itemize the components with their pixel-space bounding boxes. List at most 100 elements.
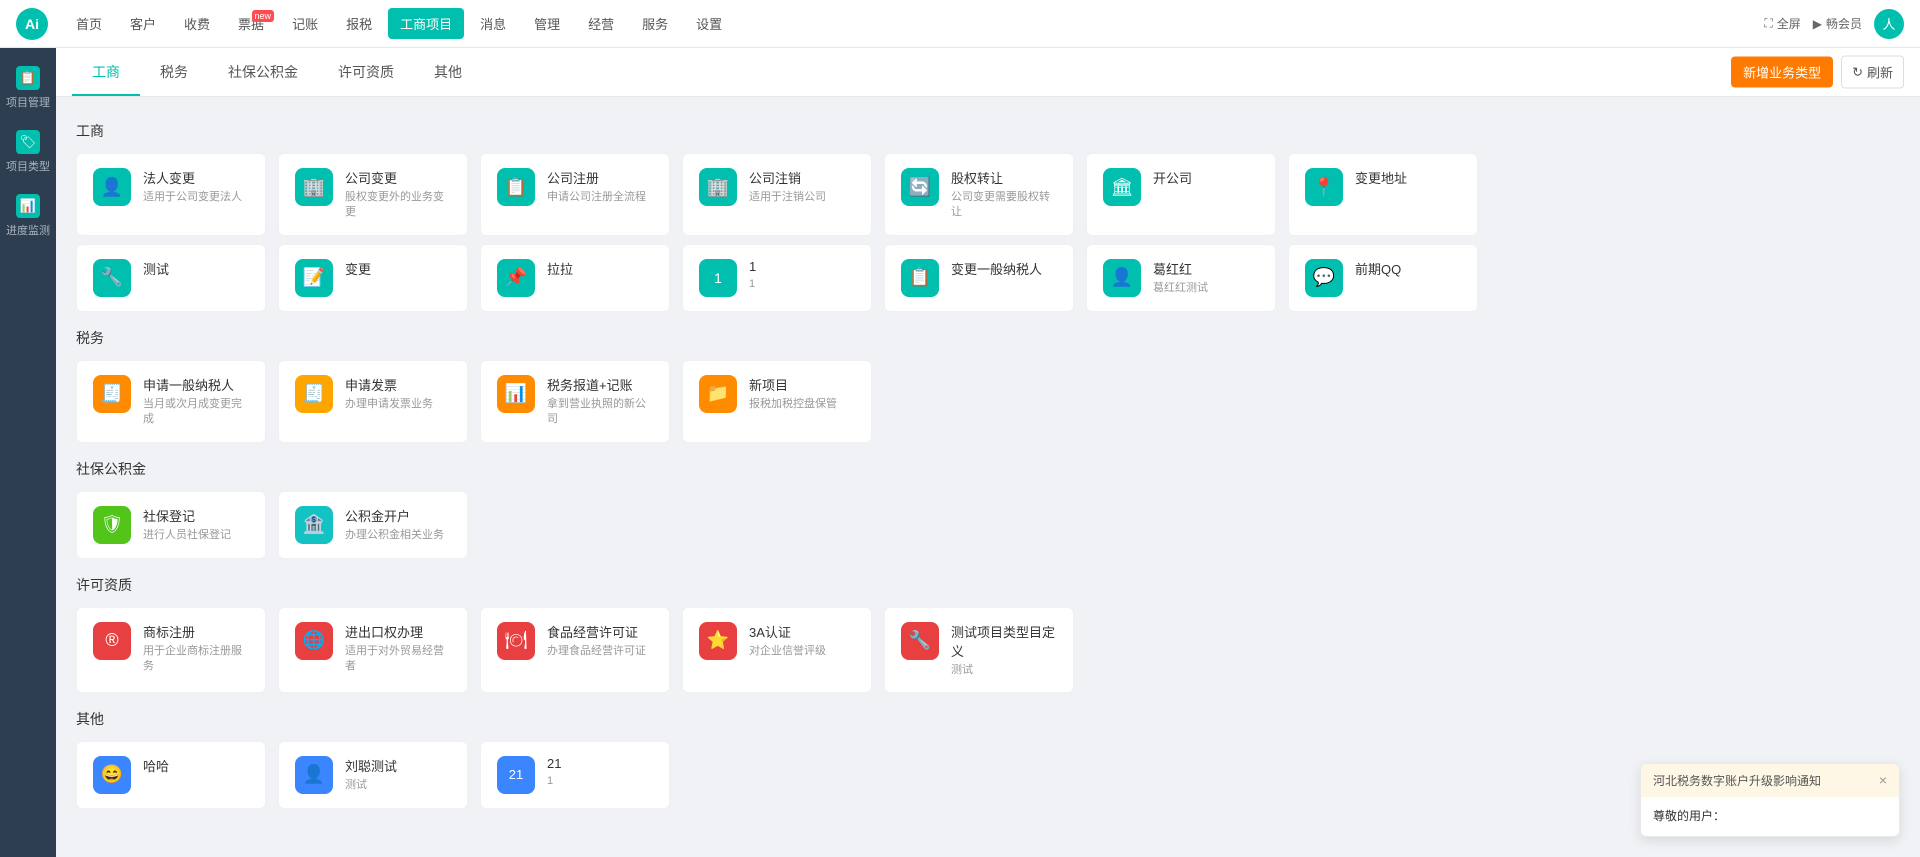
card-company-register[interactable]: 📋 公司注册 申请公司注册全流程	[480, 153, 670, 236]
project-mgmt-icon: 📋	[16, 66, 40, 90]
nav-operation[interactable]: 经营	[576, 8, 626, 39]
card-test[interactable]: 🔧 测试	[76, 244, 266, 312]
card-icon-social-register: 🛡	[93, 506, 131, 544]
nav-manage[interactable]: 管理	[522, 8, 572, 39]
card-trademark[interactable]: ® 商标注册 用于企业商标注册服务	[76, 607, 266, 693]
new-badge: new	[252, 10, 275, 22]
card-change-address[interactable]: 📍 变更地址	[1288, 153, 1478, 236]
fullscreen-btn[interactable]: ⛶ 全屏	[1764, 15, 1800, 32]
cards-grid-tax: 🧾 申请一般纳税人 当月或次月成变更完成 🧾 申请发票 办理申请发票业务 📊 税…	[76, 360, 1900, 443]
card-company-change[interactable]: 🏢 公司变更 股权变更外的业务变更	[278, 153, 468, 236]
card-haha[interactable]: 😄 哈哈	[76, 741, 266, 809]
nav-service[interactable]: 服务	[630, 8, 680, 39]
card-icon-company-change: 🏢	[295, 168, 333, 206]
section-title-tax: 税务	[76, 328, 1900, 348]
card-tax-report-bookkeeping[interactable]: 📊 税务报道+记账 拿到营业执照的新公司	[480, 360, 670, 443]
card-new-project[interactable]: 📁 新项目 报税加税控盘保管	[682, 360, 872, 443]
card-title: 新项目	[749, 375, 855, 394]
card-desc: 对企业信誉评级	[749, 644, 855, 659]
avatar[interactable]: 人	[1874, 9, 1904, 39]
card-social-register[interactable]: 🛡 社保登记 进行人员社保登记	[76, 491, 266, 559]
refresh-button[interactable]: ↻ 刷新	[1841, 56, 1904, 89]
card-title: 1	[749, 259, 855, 274]
nav-message[interactable]: 消息	[468, 8, 518, 39]
nav-billing[interactable]: 收费	[172, 8, 222, 39]
card-test-type-def[interactable]: 🔧 测试项目类型目定义 测试	[884, 607, 1074, 693]
card-icon-company-cancel: 🏢	[699, 168, 737, 206]
card-desc: 当月或次月成变更完成	[143, 397, 249, 428]
card-desc: 办理申请发票业务	[345, 397, 451, 412]
tab-social[interactable]: 社保公积金	[208, 48, 318, 96]
card-num1[interactable]: 1 1 1	[682, 244, 872, 312]
cards-grid-other: 😄 哈哈 👤 刘聪测试 测试 21 21 1	[76, 741, 1900, 809]
card-desc: 拿到营业执照的新公司	[547, 397, 653, 428]
card-gehonghong[interactable]: 👤 葛红红 葛红红测试	[1086, 244, 1276, 312]
card-icon-equity-transfer: 🔄	[901, 168, 939, 206]
nav-settings[interactable]: 设置	[684, 8, 734, 39]
app-logo: Ai	[16, 8, 48, 40]
card-title: 公积金开户	[345, 506, 451, 525]
card-desc: 1	[749, 277, 855, 292]
tab-other[interactable]: 其他	[414, 48, 482, 96]
nav-invoice[interactable]: 票据 new	[226, 8, 276, 39]
card-import-export[interactable]: 🌐 进出口权办理 适用于对外贸易经营者	[278, 607, 468, 693]
card-title: 测试项目类型目定义	[951, 622, 1057, 660]
card-title: 刘聪测试	[345, 756, 451, 775]
vip-btn[interactable]: ▶ 畅会员	[1813, 15, 1862, 32]
sidebar-item-project-mgmt[interactable]: 📋 项目管理	[0, 56, 56, 120]
card-21[interactable]: 21 21 1	[480, 741, 670, 809]
card-title: 社保登记	[143, 506, 249, 525]
card-lala[interactable]: 📌 拉拉	[480, 244, 670, 312]
sidebar: 📋 项目管理 🏷 项目类型 📊 进度监测	[0, 48, 56, 857]
card-equity-transfer[interactable]: 🔄 股权转让 公司变更需要股权转让	[884, 153, 1074, 236]
card-icon-num1: 1	[699, 259, 737, 297]
card-title: 拉拉	[547, 259, 653, 278]
card-title: 3A认证	[749, 622, 855, 641]
card-apply-general-tax[interactable]: 🧾 申请一般纳税人 当月或次月成变更完成	[76, 360, 266, 443]
notification-popup: 河北税务数字账户升级影响通知 × 尊敬的用户：	[1640, 763, 1900, 837]
tabs-actions: 新增业务类型 ↻ 刷新	[1731, 56, 1904, 89]
card-apply-invoice[interactable]: 🧾 申请发票 办理申请发票业务	[278, 360, 468, 443]
notification-close-btn[interactable]: ×	[1879, 772, 1887, 788]
sidebar-item-progress[interactable]: 📊 进度监测	[0, 184, 56, 248]
top-nav: Ai 首页 客户 收费 票据 new 记账 报税 工商项目 消息 管理 经营 服…	[0, 0, 1920, 48]
nav-customer[interactable]: 客户	[118, 8, 168, 39]
card-legal-change[interactable]: 👤 法人变更 适用于公司变更法人	[76, 153, 266, 236]
nav-home[interactable]: 首页	[64, 8, 114, 39]
card-desc: 1	[547, 774, 653, 789]
tab-industry[interactable]: 工商	[72, 48, 140, 96]
card-desc: 葛红红测试	[1153, 281, 1259, 296]
nav-industry[interactable]: 工商项目	[388, 8, 464, 39]
card-title: 商标注册	[143, 622, 249, 641]
section-title-license: 许可资质	[76, 575, 1900, 595]
card-title: 变更	[345, 259, 451, 278]
card-company-cancel[interactable]: 🏢 公司注销 适用于注销公司	[682, 153, 872, 236]
progress-icon: 📊	[16, 194, 40, 218]
sidebar-item-project-type[interactable]: 🏷 项目类型	[0, 120, 56, 184]
card-title: 税务报道+记账	[547, 375, 653, 394]
card-provident-account[interactable]: 🏦 公积金开户 办理公积金相关业务	[278, 491, 468, 559]
card-open-company[interactable]: 🏛 开公司	[1086, 153, 1276, 236]
card-food-license[interactable]: 🍽 食品经营许可证 办理食品经营许可证	[480, 607, 670, 693]
section-title-gongshang: 工商	[76, 121, 1900, 141]
notification-body: 尊敬的用户：	[1641, 797, 1899, 836]
fullscreen-icon: ⛶	[1764, 16, 1772, 31]
card-title: 法人变更	[143, 168, 249, 187]
card-liucong-test[interactable]: 👤 刘聪测试 测试	[278, 741, 468, 809]
card-icon-3a-cert: ⭐	[699, 622, 737, 660]
card-desc: 办理食品经营许可证	[547, 644, 653, 659]
card-change2[interactable]: 📝 变更	[278, 244, 468, 312]
card-icon-apply-general-tax: 🧾	[93, 375, 131, 413]
tab-license[interactable]: 许可资质	[318, 48, 414, 96]
card-title: 进出口权办理	[345, 622, 451, 641]
card-change-general-tax[interactable]: 📋 变更一般纳税人	[884, 244, 1074, 312]
nav-bookkeeping[interactable]: 记账	[280, 8, 330, 39]
new-type-button[interactable]: 新增业务类型	[1731, 57, 1833, 88]
tab-tax[interactable]: 税务	[140, 48, 208, 96]
card-3a-cert[interactable]: ⭐ 3A认证 对企业信誉评级	[682, 607, 872, 693]
card-title: 变更地址	[1355, 168, 1461, 187]
nav-tax[interactable]: 报税	[334, 8, 384, 39]
card-qq[interactable]: 💬 前期QQ	[1288, 244, 1478, 312]
card-desc: 测试	[345, 778, 451, 793]
card-icon-provident-account: 🏦	[295, 506, 333, 544]
